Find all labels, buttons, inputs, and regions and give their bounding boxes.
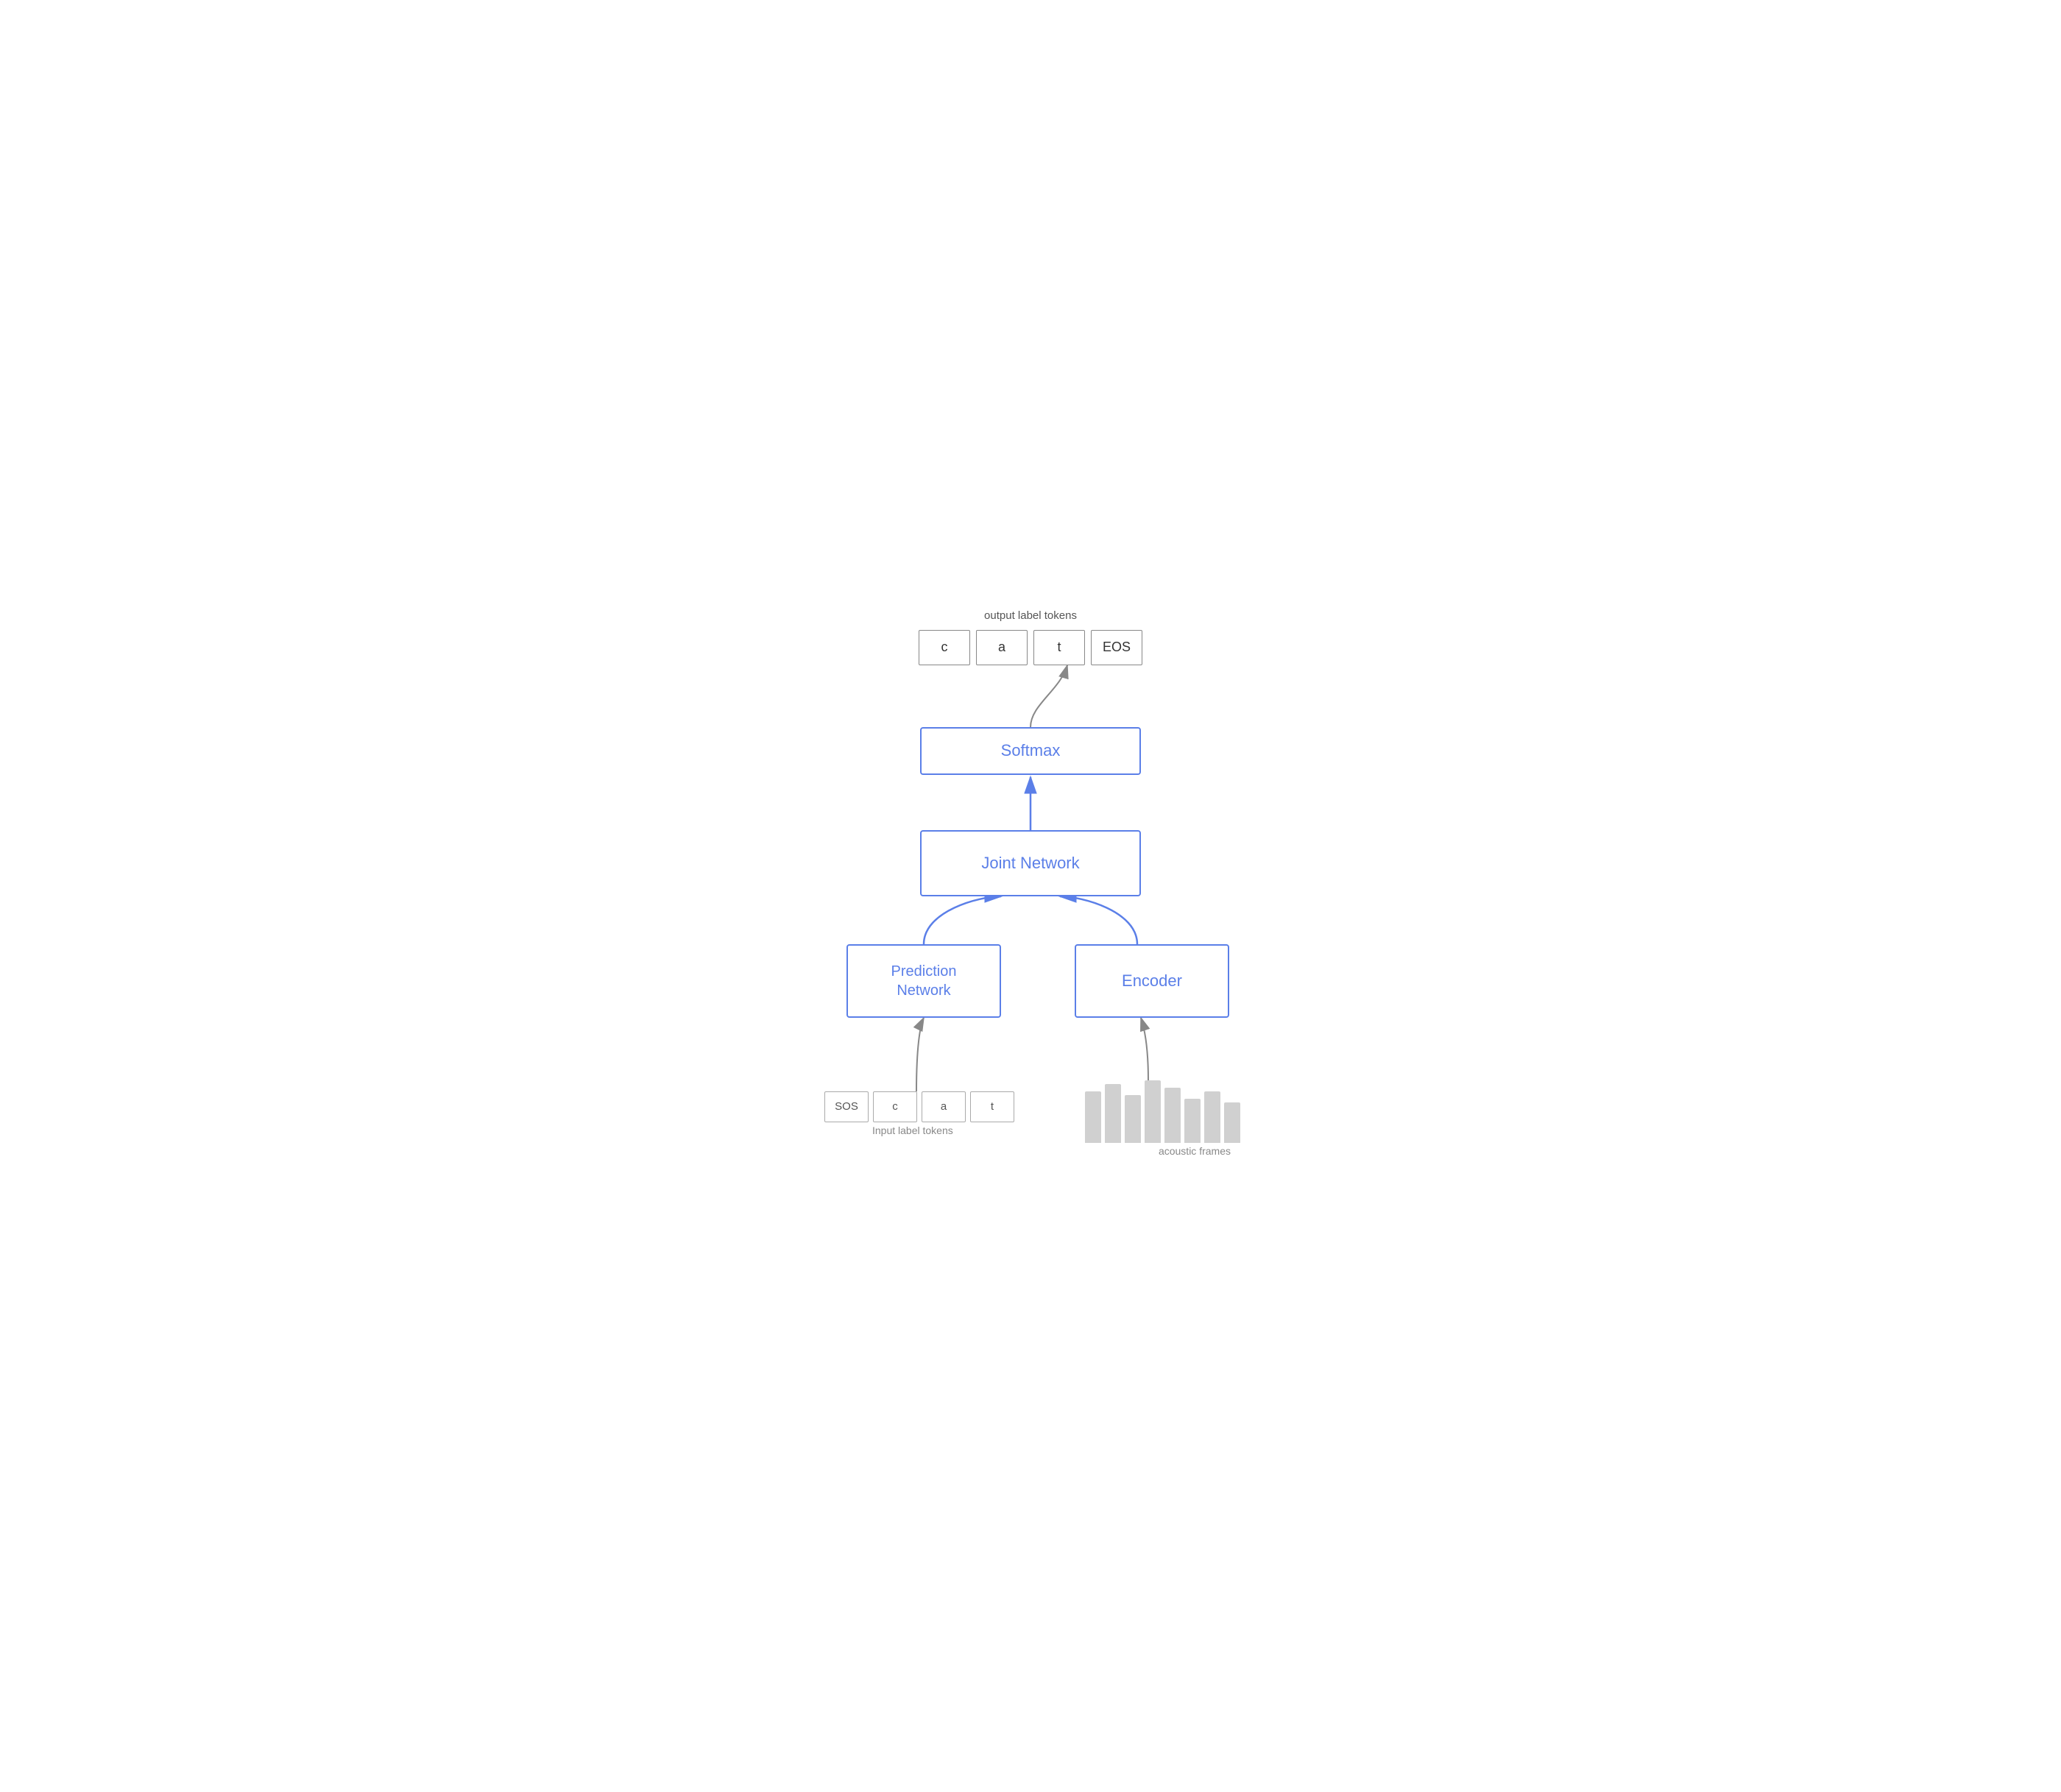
joint-network-label: Joint Network bbox=[981, 854, 1079, 873]
acoustic-bar-4 bbox=[1145, 1080, 1161, 1143]
output-token-a: a bbox=[976, 630, 1028, 665]
input-label-text: Input label tokens bbox=[872, 1125, 953, 1136]
acoustic-bar-7 bbox=[1204, 1091, 1220, 1143]
acoustic-frames-row bbox=[1085, 1080, 1240, 1143]
output-token-eos: EOS bbox=[1091, 630, 1142, 665]
encoder-label: Encoder bbox=[1122, 971, 1182, 991]
acoustic-bar-1 bbox=[1085, 1091, 1101, 1143]
output-label-text: output label tokens bbox=[984, 609, 1077, 622]
input-tokens-row: SOS c a t bbox=[824, 1091, 1014, 1122]
input-token-sos: SOS bbox=[824, 1091, 869, 1122]
acoustic-bar-8 bbox=[1224, 1102, 1240, 1143]
prediction-network-label: PredictionNetwork bbox=[891, 962, 957, 1000]
acoustic-bar-6 bbox=[1184, 1099, 1201, 1143]
prediction-network-box: PredictionNetwork bbox=[846, 944, 1001, 1018]
softmax-box: Softmax bbox=[920, 727, 1141, 775]
softmax-label: Softmax bbox=[1001, 741, 1061, 760]
input-token-c: c bbox=[873, 1091, 917, 1122]
acoustic-frames-text: acoustic frames bbox=[1159, 1145, 1231, 1157]
output-tokens-row: c a t EOS bbox=[919, 630, 1142, 665]
output-token-t: t bbox=[1033, 630, 1085, 665]
acoustic-bar-2 bbox=[1105, 1084, 1121, 1143]
encoder-box: Encoder bbox=[1075, 944, 1229, 1018]
acoustic-bar-3 bbox=[1125, 1095, 1141, 1143]
input-token-t: t bbox=[970, 1091, 1014, 1122]
joint-network-box: Joint Network bbox=[920, 830, 1141, 896]
input-token-a: a bbox=[922, 1091, 966, 1122]
acoustic-bar-5 bbox=[1164, 1088, 1181, 1143]
output-token-c: c bbox=[919, 630, 970, 665]
diagram-container: output label tokens c a t EOS Softmax Jo… bbox=[773, 609, 1288, 1183]
